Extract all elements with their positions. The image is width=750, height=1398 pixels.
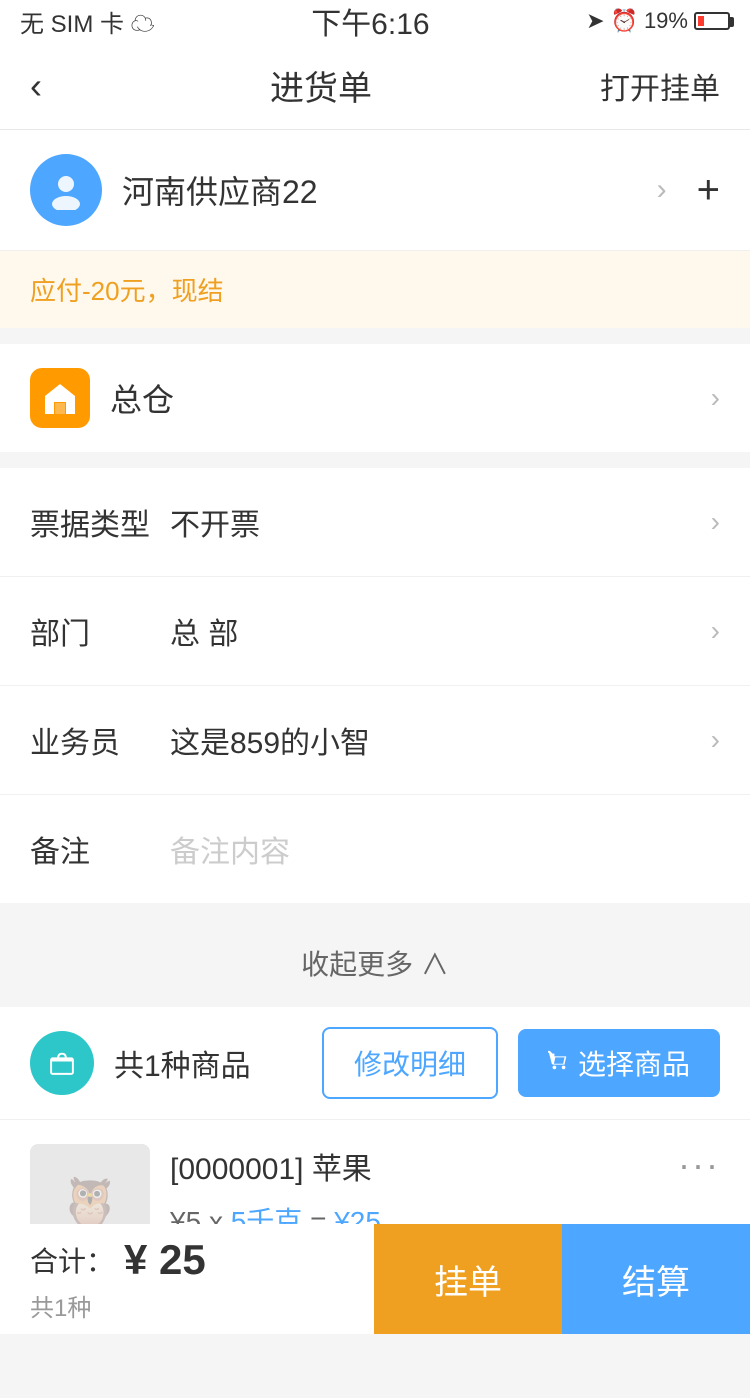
remark-input[interactable]: 备注内容 xyxy=(150,827,720,871)
warehouse-arrow-icon: › xyxy=(711,382,720,414)
warehouse-row[interactable]: 总仓 › xyxy=(0,344,750,452)
page-title: 进货单 xyxy=(270,61,372,110)
suspend-button[interactable]: 挂单 xyxy=(374,1224,562,1334)
total-label: 合计： ¥ 25 xyxy=(30,1236,344,1284)
add-supplier-button[interactable]: + xyxy=(697,170,720,210)
supplier-arrow-icon: › xyxy=(657,173,667,207)
status-bar: 无 SIM 卡 ☁ 下午6:16 ➤ ⏰ 19% xyxy=(0,0,750,42)
total-amount: ¥ 25 xyxy=(124,1236,206,1284)
form-card: 票据类型 不开票 › 部门 总 部 › 业务员 这是859的小智 › 备注 备注… xyxy=(0,468,750,903)
sales-label: 业务员 xyxy=(30,718,150,762)
supplier-row[interactable]: 河南供应商22 › + xyxy=(0,130,750,251)
status-time: 下午6:16 xyxy=(311,0,429,43)
back-button[interactable]: ‹ xyxy=(30,65,42,107)
dept-arrow-icon: › xyxy=(711,615,720,647)
alarm-icon: ⏰ xyxy=(611,8,638,34)
bottom-bar: 合计： ¥ 25 共1种 挂单 结算 xyxy=(0,1224,750,1334)
status-left: 无 SIM 卡 ☁ xyxy=(20,4,155,39)
status-right: ➤ ⏰ 19% xyxy=(586,8,730,34)
remark-row[interactable]: 备注 备注内容 xyxy=(0,794,750,903)
sales-row[interactable]: 业务员 这是859的小智 › xyxy=(0,685,750,794)
battery-text: 19% xyxy=(644,8,688,34)
product-code: [0000001] xyxy=(170,1153,303,1186)
checkout-button[interactable]: 结算 xyxy=(562,1224,750,1334)
invoice-label: 票据类型 xyxy=(30,500,150,544)
warehouse-card[interactable]: 总仓 › xyxy=(0,344,750,452)
select-product-label: 选择商品 xyxy=(578,1043,690,1083)
sales-arrow-icon: › xyxy=(711,724,720,756)
total-count: 共1种 xyxy=(30,1288,344,1323)
collapse-bar[interactable]: 收起更多 ∧ xyxy=(0,919,750,1007)
more-options-button[interactable]: ··· xyxy=(678,1144,720,1186)
invoice-row[interactable]: 票据类型 不开票 › xyxy=(0,468,750,576)
product-count: 共1种商品 xyxy=(114,1041,302,1085)
dept-value: 总 部 xyxy=(150,609,711,653)
warehouse-icon xyxy=(30,368,90,428)
remark-label: 备注 xyxy=(30,827,150,871)
product-header: 共1种商品 修改明细 选择商品 xyxy=(0,1007,750,1119)
select-product-button[interactable]: 选择商品 xyxy=(518,1029,720,1097)
total-section: 合计： ¥ 25 共1种 xyxy=(0,1236,374,1323)
invoice-value: 不开票 xyxy=(150,500,711,544)
open-pending-button[interactable]: 打开挂单 xyxy=(600,64,720,108)
product-title: 苹果 xyxy=(312,1153,372,1186)
dept-label: 部门 xyxy=(30,609,150,653)
edit-detail-button[interactable]: 修改明细 xyxy=(322,1027,498,1099)
notice-bar: 应付-20元，现结 xyxy=(0,251,750,328)
supplier-card: 河南供应商22 › + 应付-20元，现结 xyxy=(0,130,750,328)
sales-value: 这是859的小智 xyxy=(150,718,711,762)
cart-icon xyxy=(548,1047,570,1079)
supplier-name: 河南供应商22 xyxy=(122,167,657,213)
product-icon xyxy=(30,1031,94,1095)
location-icon: ➤ xyxy=(586,8,604,34)
dept-row[interactable]: 部门 总 部 › xyxy=(0,576,750,685)
battery-icon xyxy=(694,12,730,30)
product-name: [0000001] 苹果 xyxy=(170,1144,658,1188)
main-content: 河南供应商22 › + 应付-20元，现结 总仓 › 票据类型 不开票 › xyxy=(0,130,750,1398)
warehouse-name: 总仓 xyxy=(110,375,711,421)
supplier-avatar xyxy=(30,154,102,226)
sim-text: 无 SIM 卡 ☁ xyxy=(20,4,155,39)
invoice-arrow-icon: › xyxy=(711,506,720,538)
total-label-text: 合计： xyxy=(30,1240,114,1280)
nav-bar: ‹ 进货单 打开挂单 xyxy=(0,42,750,130)
